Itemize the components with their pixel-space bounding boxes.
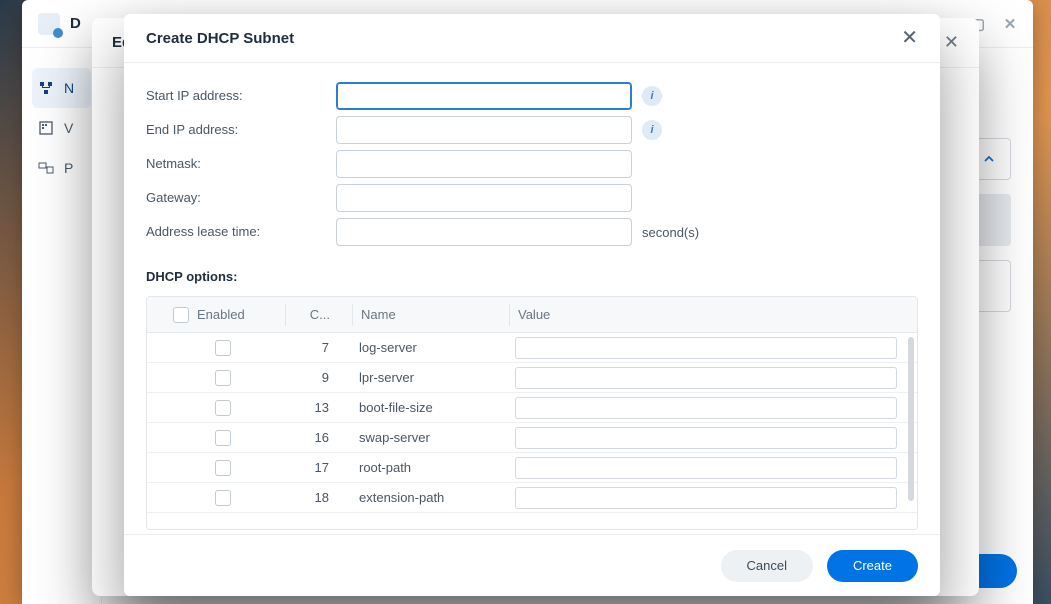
modal-title: Create DHCP Subnet (146, 30, 294, 47)
row-code: 9 (293, 370, 351, 385)
row-value-input[interactable] (515, 427, 897, 449)
netmask-label: Netmask: (146, 147, 336, 181)
window-close-icon[interactable]: ✕ (1003, 17, 1017, 31)
gateway-label: Gateway: (146, 181, 336, 215)
row-code: 16 (293, 430, 351, 445)
lease-input[interactable] (336, 218, 632, 246)
close-icon[interactable]: ✕ (901, 28, 918, 48)
col-value-label: Value (518, 307, 917, 322)
start-ip-input[interactable] (336, 82, 632, 110)
end-ip-label: End IP address: (146, 113, 336, 147)
gateway-input[interactable] (336, 184, 632, 212)
pxe-icon (38, 160, 54, 176)
sidebar-item-vendor[interactable]: V (32, 108, 91, 148)
edit-modal-close-icon[interactable]: ✕ (944, 32, 959, 53)
row-code: 7 (293, 340, 351, 355)
col-name-label: Name (361, 307, 509, 322)
app-logo-icon (38, 13, 60, 35)
row-enabled-checkbox[interactable] (215, 370, 231, 386)
sidebar: N V P (22, 48, 102, 604)
row-value-input[interactable] (515, 487, 897, 509)
row-name: swap-server (359, 430, 507, 445)
dhcp-options-table: Enabled C... Name Value 7 log-server 9 lpr-… (146, 296, 918, 530)
row-value-input[interactable] (515, 397, 897, 419)
table-row: 7 log-server (147, 333, 917, 363)
table-row: 18 extension-path (147, 483, 917, 513)
row-value-input[interactable] (515, 367, 897, 389)
row-name: boot-file-size (359, 400, 507, 415)
lease-unit: second(s) (642, 225, 699, 240)
sidebar-item-network[interactable]: N (32, 68, 91, 108)
start-ip-label: Start IP address: (146, 79, 336, 113)
row-name: extension-path (359, 490, 507, 505)
lease-label: Address lease time: (146, 215, 336, 249)
row-code: 17 (293, 460, 351, 475)
col-code-label: C... (294, 307, 352, 322)
row-enabled-checkbox[interactable] (215, 400, 231, 416)
create-dhcp-subnet-modal: Create DHCP Subnet ✕ Start IP address: i… (124, 14, 940, 596)
netmask-input[interactable] (336, 150, 632, 178)
row-value-input[interactable] (515, 457, 897, 479)
cancel-button[interactable]: Cancel (721, 550, 813, 582)
row-code: 13 (293, 400, 351, 415)
row-enabled-checkbox[interactable] (215, 490, 231, 506)
row-value-input[interactable] (515, 337, 897, 359)
dhcp-options-label: DHCP options: (146, 269, 918, 284)
app-title: D (70, 15, 81, 32)
col-enabled-label: Enabled (197, 307, 245, 322)
info-icon[interactable]: i (642, 86, 662, 106)
end-ip-input[interactable] (336, 116, 632, 144)
row-enabled-checkbox[interactable] (215, 460, 231, 476)
table-header: Enabled C... Name Value (147, 297, 917, 333)
sidebar-item-pxe[interactable]: P (32, 148, 91, 188)
table-row: 9 lpr-server (147, 363, 917, 393)
row-enabled-checkbox[interactable] (215, 430, 231, 446)
create-button[interactable]: Create (827, 550, 918, 582)
select-all-checkbox[interactable] (173, 307, 189, 323)
table-body: 7 log-server 9 lpr-server 13 boot-file-size 16… (147, 333, 917, 529)
row-name: lpr-server (359, 370, 507, 385)
table-row: 17 root-path (147, 453, 917, 483)
row-name: log-server (359, 340, 507, 355)
row-name: root-path (359, 460, 507, 475)
table-row: 16 swap-server (147, 423, 917, 453)
scrollbar[interactable] (908, 337, 914, 501)
info-icon[interactable]: i (642, 120, 662, 140)
row-enabled-checkbox[interactable] (215, 340, 231, 356)
network-icon (38, 80, 54, 96)
row-code: 18 (293, 490, 351, 505)
building-icon (38, 120, 54, 136)
table-row: 13 boot-file-size (147, 393, 917, 423)
